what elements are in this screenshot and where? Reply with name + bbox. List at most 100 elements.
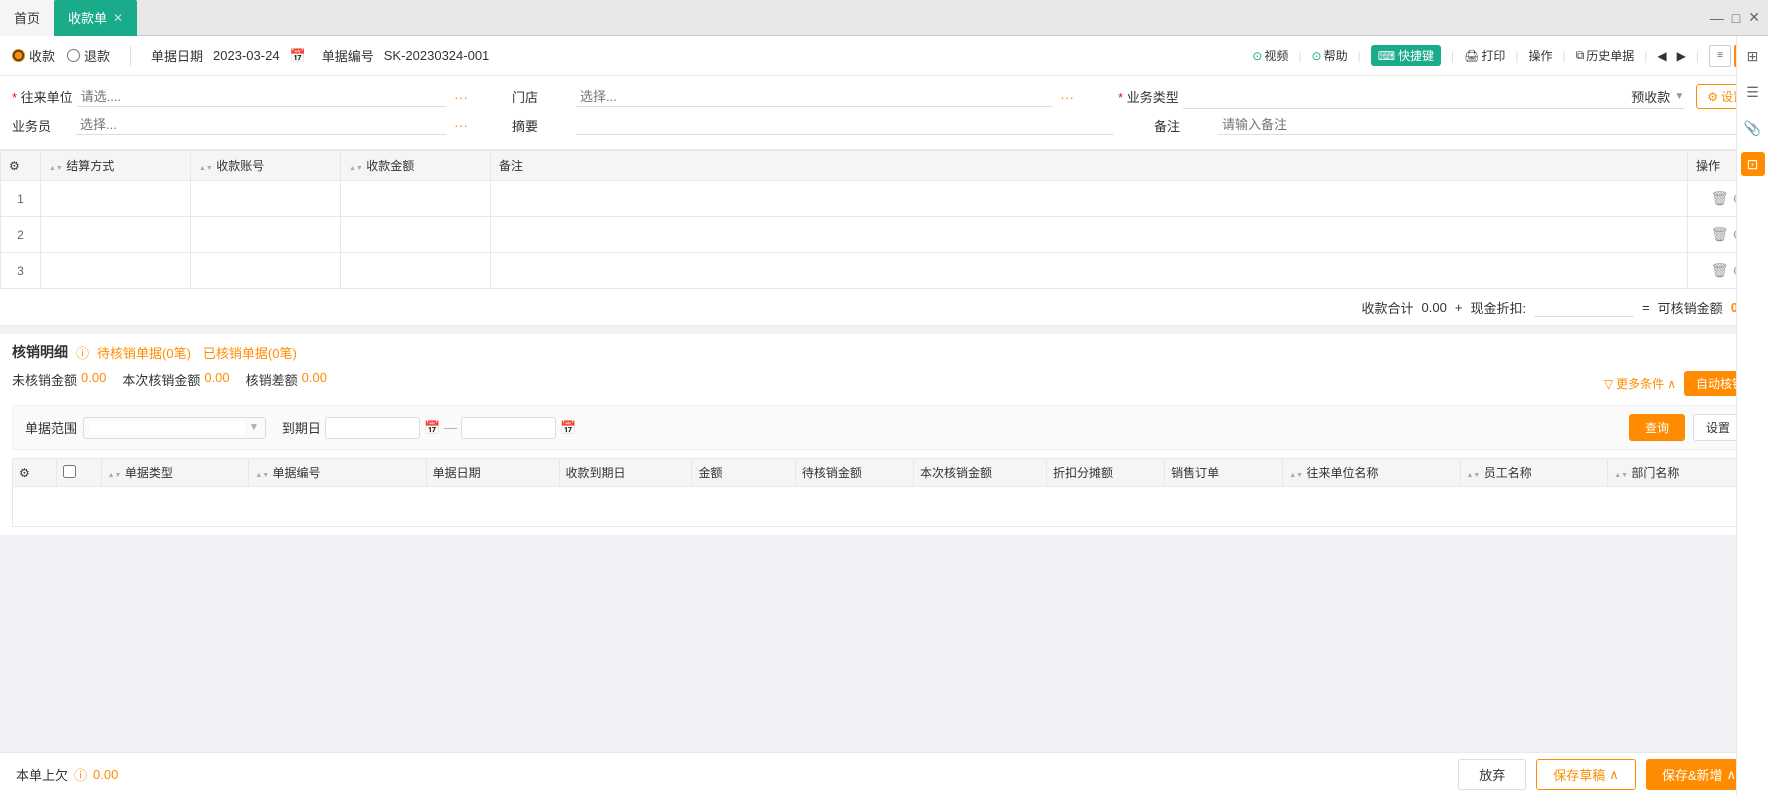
query-btn[interactable]: 查询 [1629, 414, 1685, 441]
date-from-icon[interactable]: 📅 [424, 420, 440, 436]
row-2-account[interactable] [191, 217, 341, 253]
table-row: 3 🗑 ⊕ [1, 253, 1768, 289]
sidebar-grid-icon[interactable]: ⊞ [1741, 44, 1765, 68]
abandon-btn[interactable]: 放弃 [1458, 759, 1526, 790]
total-value: 0.00 [1422, 300, 1447, 315]
range-input[interactable] [90, 421, 245, 435]
shortcut-btn[interactable]: ⌨ 快捷键 [1371, 45, 1441, 66]
note-input[interactable] [1218, 115, 1756, 135]
sort-payment-icon[interactable]: ▲▼ [49, 165, 63, 172]
shop-more-btn[interactable]: ··· [1056, 89, 1078, 105]
sidebar-attachment-icon[interactable]: 📎 [1741, 116, 1765, 140]
row-num-1: 1 [1, 181, 41, 217]
prev-info-icon[interactable]: ⓘ [74, 765, 87, 784]
table-row: 1 🗑 ⊕ [1, 181, 1768, 217]
date-filter-group: 到期日 2022-04-01 📅 — 2022-04-12 📅 [282, 417, 576, 439]
save-label: 保存&新增 [1662, 765, 1723, 784]
row-3-delete-icon[interactable]: 🗑 [1711, 262, 1729, 279]
sort-type-icon[interactable]: ▲▼ [108, 472, 122, 479]
row-3-note[interactable] [491, 253, 1688, 289]
bth-settings[interactable]: ⚙ [13, 459, 57, 487]
sort-account-icon[interactable]: ▲▼ [199, 165, 213, 172]
table-header-row: ⚙ ▲▼ 结算方式 ▲▼ 收款账号 ▲▼ 收款金额 备注 [1, 151, 1768, 181]
verify-tabs: 待核销单据(0笔) 已核销单据(0笔) [97, 343, 297, 362]
row-1-account[interactable] [191, 181, 341, 217]
receipt-radio[interactable]: 收款 [12, 46, 55, 65]
nav-next-btn[interactable]: ▶ [1677, 49, 1686, 63]
business-type-input[interactable] [1183, 87, 1628, 106]
bth-pending-label: 待核销金额 [802, 466, 862, 480]
partner-more-btn[interactable]: ··· [450, 89, 472, 105]
table-row: 2 🗑 ⊕ [1, 217, 1768, 253]
summary-group: 摘要 [512, 115, 1114, 135]
bottom-table-header: ⚙ ▲▼ 单据类型 ▲▼ 单据编号 单据日期 收款到期日 [13, 459, 1756, 487]
pending-tab[interactable]: 待核销单据(0笔) [97, 343, 191, 362]
bth-partner: ▲▼ 往来单位名称 [1283, 459, 1460, 487]
help-icon: ⊙ [1312, 49, 1322, 63]
sort-dept-icon[interactable]: ▲▼ [1614, 472, 1628, 479]
date-to-input[interactable]: 2022-04-12 [461, 417, 556, 439]
date-to-icon[interactable]: 📅 [560, 420, 576, 436]
date-from-input[interactable]: 2022-04-01 [325, 417, 420, 439]
maximize-icon[interactable]: □ [1732, 10, 1740, 26]
summary-input[interactable] [576, 115, 1114, 135]
row-3-payment[interactable] [41, 253, 191, 289]
operation-label: 操作 [1529, 47, 1553, 64]
th-action-label: 操作 [1696, 159, 1720, 173]
row-1-payment[interactable] [41, 181, 191, 217]
filter-icon: ▽ [1604, 377, 1613, 391]
more-conditions-btn[interactable]: ▽ 更多条件 ∧ [1604, 375, 1676, 392]
bth-check[interactable] [57, 459, 101, 487]
sidebar-panel-icon[interactable]: ⊡ [1741, 152, 1765, 176]
stat-unverified: 未核销金额 0.00 [12, 370, 106, 389]
row-2-payment[interactable] [41, 217, 191, 253]
row-1-delete-icon[interactable]: 🗑 [1711, 190, 1729, 207]
sort-staff-icon[interactable]: ▲▼ [1467, 472, 1481, 479]
refund-radio[interactable]: 退款 [67, 46, 110, 65]
history-btn[interactable]: ⧉ 历史单据 [1576, 47, 1635, 64]
help-btn[interactable]: ⊙ 帮助 [1312, 47, 1348, 64]
select-all-checkbox[interactable] [63, 465, 76, 478]
sidebar-list-icon[interactable]: ☰ [1741, 80, 1765, 104]
draft-btn[interactable]: 保存草稿 ∧ [1536, 759, 1636, 790]
sort-no-icon[interactable]: ▲▼ [255, 472, 269, 479]
layout-list-btn[interactable]: ≡ [1709, 45, 1731, 67]
row-2-note[interactable] [491, 217, 1688, 253]
row-3-amount[interactable] [341, 253, 491, 289]
business-type-select[interactable]: 预收款 ▼ [1183, 85, 1684, 109]
row-3-account[interactable] [191, 253, 341, 289]
bill-date-label: 单据日期 [151, 46, 203, 65]
calendar-icon[interactable]: 📅 [290, 48, 306, 64]
th-amount-label: 收款金额 [366, 159, 414, 173]
minimize-icon[interactable]: — [1710, 10, 1724, 26]
shop-input[interactable] [576, 87, 1052, 107]
th-settings[interactable]: ⚙ [1, 151, 41, 181]
toolbar-right: ⊙ 视频 | ⊙ 帮助 | ⌨ 快捷键 | 🖨 打印 | 操作 | [1252, 45, 1756, 67]
sort-amount-icon[interactable]: ▲▼ [349, 165, 363, 172]
video-btn[interactable]: ⊙ 视频 [1252, 47, 1288, 64]
bth-no: ▲▼ 单据编号 [249, 459, 426, 487]
verify-info-icon[interactable]: ⓘ [76, 343, 89, 362]
sort-partner-icon[interactable]: ▲▼ [1289, 472, 1303, 479]
tab-receipt[interactable]: 收款单 ✕ [54, 0, 137, 36]
range-select[interactable]: ▼ [83, 417, 266, 439]
nav-prev-btn[interactable]: ◀ [1657, 49, 1666, 63]
row-2-delete-icon[interactable]: 🗑 [1711, 226, 1729, 243]
discount-input[interactable] [1534, 297, 1634, 317]
staff-more-btn[interactable]: ··· [450, 117, 472, 133]
tab-home[interactable]: 首页 [0, 0, 54, 36]
close-icon[interactable]: ✕ [1748, 9, 1760, 26]
print-btn[interactable]: 🖨 打印 [1464, 47, 1505, 64]
row-2-amount[interactable] [341, 217, 491, 253]
th-account-label: 收款账号 [216, 159, 264, 173]
completed-tab[interactable]: 已核销单据(0笔) [203, 343, 297, 362]
partner-input[interactable] [77, 87, 446, 107]
row-1-note[interactable] [491, 181, 1688, 217]
tab-close-icon[interactable]: ✕ [113, 11, 123, 25]
th-amount: ▲▼ 收款金额 [341, 151, 491, 181]
keyboard-icon: ⌨ [1378, 49, 1395, 63]
staff-input[interactable] [76, 115, 446, 135]
operation-btn[interactable]: 操作 [1529, 47, 1553, 64]
row-1-amount[interactable] [341, 181, 491, 217]
help-label: 帮助 [1324, 47, 1348, 64]
